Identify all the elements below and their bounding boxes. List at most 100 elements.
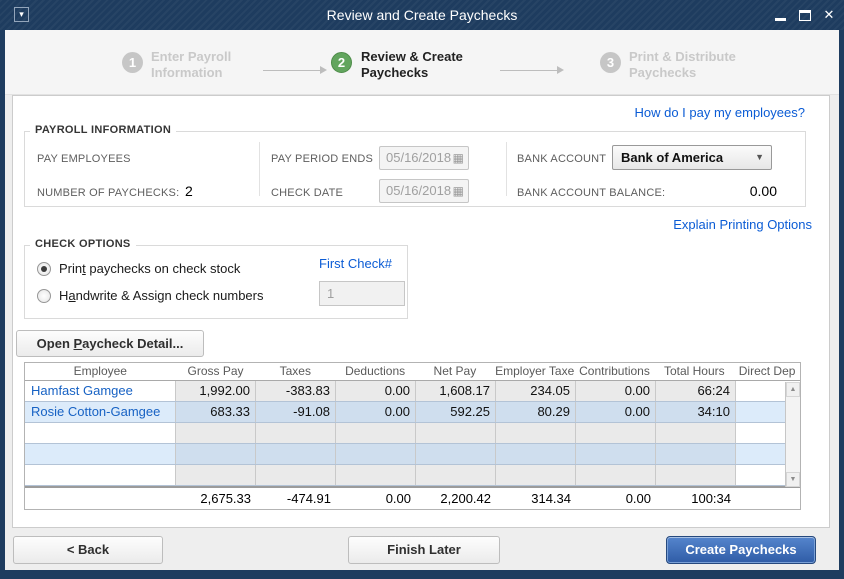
empty-cell[interactable]	[336, 423, 416, 443]
calendar-icon[interactable]: ▦	[453, 180, 464, 202]
step-3-circle: 3	[600, 52, 621, 73]
step-arrow-1-icon	[263, 66, 327, 74]
empty-cell[interactable]	[576, 465, 656, 485]
table-row[interactable]: Rosie Cotton-Gamgee 683.33 -91.08 0.00 5…	[25, 402, 787, 423]
open-paycheck-detail-button[interactable]: Open Paycheck Detail...	[16, 330, 204, 357]
net-pay-cell[interactable]: 1,608.17	[416, 381, 496, 401]
gross-pay-cell[interactable]: 1,992.00	[176, 381, 256, 401]
step-3-label-line1: Print & Distribute	[629, 49, 736, 64]
totals-total-hours: 100:34	[691, 491, 731, 506]
empty-cell[interactable]	[496, 465, 576, 485]
empty-cell[interactable]	[256, 444, 336, 464]
empty-cell[interactable]	[416, 465, 496, 485]
deductions-cell[interactable]: 0.00	[336, 381, 416, 401]
check-date-value: 05/16/2018	[386, 183, 452, 198]
create-paychecks-button[interactable]: Create Paychecks	[666, 536, 816, 564]
maximize-button[interactable]	[798, 7, 812, 23]
bank-account-balance-label: BANK ACCOUNT BALANCE:	[517, 187, 666, 199]
empty-cell[interactable]	[656, 465, 736, 485]
first-check-number-input[interactable]: 1	[319, 281, 405, 306]
empty-cell[interactable]	[736, 444, 787, 464]
table-row-empty[interactable]	[25, 423, 787, 444]
finish-later-button[interactable]: Finish Later	[348, 536, 500, 564]
empty-cell[interactable]	[496, 444, 576, 464]
pay-period-ends-label: PAY PERIOD ENDS	[271, 153, 374, 165]
wizard-steps: 1 Enter Payroll Information 2 Review & C…	[5, 30, 839, 95]
empty-cell[interactable]	[256, 465, 336, 485]
help-link[interactable]: How do I pay my employees?	[634, 105, 805, 120]
back-button[interactable]: < Back	[13, 536, 163, 564]
totals-gross-pay: 2,675.33	[200, 491, 251, 506]
step-2-label: Review & Create Paychecks	[361, 49, 463, 81]
print-label-pre: Prin	[59, 261, 83, 276]
first-check-number-label: First Check#	[319, 256, 392, 271]
empty-cell[interactable]	[656, 423, 736, 443]
empty-cell[interactable]	[176, 465, 256, 485]
employee-name-cell[interactable]	[25, 465, 176, 485]
empty-cell[interactable]	[496, 423, 576, 443]
header-taxes: Taxes	[279, 364, 311, 378]
empty-cell[interactable]	[576, 444, 656, 464]
handwrite-label-key: a	[68, 288, 76, 303]
employee-name-cell[interactable]	[25, 444, 176, 464]
net-pay-cell[interactable]: 592.25	[416, 402, 496, 422]
table-row[interactable]: Hamfast Gamgee 1,992.00 -383.83 0.00 1,6…	[25, 381, 787, 402]
total-hours-cell[interactable]: 34:10	[656, 402, 736, 422]
totals-contributions: 0.00	[625, 491, 651, 506]
empty-cell[interactable]	[576, 423, 656, 443]
contributions-cell[interactable]: 0.00	[576, 402, 656, 422]
step-2-label-line1: Review & Create	[361, 49, 463, 64]
total-hours-cell[interactable]: 66:24	[656, 381, 736, 401]
pay-employees-label: PAY EMPLOYEES	[37, 153, 131, 165]
handwrite-assign-radio[interactable]	[37, 289, 51, 303]
empty-cell[interactable]	[416, 444, 496, 464]
step-arrow-2-icon	[500, 66, 564, 74]
empty-cell[interactable]	[736, 465, 787, 485]
print-paychecks-radio[interactable]	[37, 262, 51, 276]
calendar-icon[interactable]: ▦	[453, 147, 464, 169]
employer-taxes-cell[interactable]: 234.05	[496, 381, 576, 401]
check-date-field[interactable]: 05/16/2018 ▦	[379, 179, 469, 203]
header-contributions: Contributions	[579, 364, 650, 378]
empty-cell[interactable]	[656, 444, 736, 464]
employee-name-cell[interactable]	[25, 423, 176, 443]
empty-cell[interactable]	[256, 423, 336, 443]
deductions-cell[interactable]: 0.00	[336, 402, 416, 422]
gross-pay-cell[interactable]: 683.33	[176, 402, 256, 422]
explain-printing-options-link[interactable]: Explain Printing Options	[673, 217, 812, 232]
table-row-empty[interactable]	[25, 465, 787, 486]
direct-deposit-cell[interactable]	[736, 381, 787, 401]
minimize-button[interactable]	[774, 7, 788, 23]
empty-cell[interactable]	[176, 444, 256, 464]
bank-account-dropdown[interactable]: Bank of America ▼	[612, 145, 772, 170]
print-paychecks-label[interactable]: Print paychecks on check stock	[59, 261, 240, 276]
employer-taxes-cell[interactable]: 80.29	[496, 402, 576, 422]
direct-deposit-cell[interactable]	[736, 402, 787, 422]
check-options-section: CHECK OPTIONS Print paychecks on check s…	[24, 238, 408, 319]
number-of-paychecks-label: NUMBER OF PAYCHECKS:	[37, 187, 180, 199]
table-row-empty[interactable]	[25, 444, 787, 465]
taxes-cell[interactable]: -383.83	[256, 381, 336, 401]
empty-cell[interactable]	[176, 423, 256, 443]
table-scrollbar[interactable]: ▲ ▼	[785, 382, 800, 487]
scroll-up-icon[interactable]: ▲	[786, 382, 800, 397]
print-label-post: paychecks on check stock	[85, 261, 241, 276]
pay-period-ends-field[interactable]: 05/16/2018 ▦	[379, 146, 469, 170]
empty-cell[interactable]	[736, 423, 787, 443]
totals-taxes: -474.91	[286, 491, 331, 506]
employee-name-link[interactable]: Rosie Cotton-Gamgee	[25, 402, 176, 422]
empty-cell[interactable]	[336, 444, 416, 464]
empty-cell[interactable]	[416, 423, 496, 443]
column-divider	[506, 142, 507, 196]
close-button[interactable]: ✕	[822, 7, 836, 23]
taxes-cell[interactable]: -91.08	[256, 402, 336, 422]
step-3-label: Print & Distribute Paychecks	[629, 49, 736, 81]
opd-post: aycheck Detail...	[82, 336, 184, 351]
handwrite-assign-label[interactable]: Handwrite & Assign check numbers	[59, 288, 264, 303]
employee-name-link[interactable]: Hamfast Gamgee	[25, 381, 176, 401]
empty-cell[interactable]	[336, 465, 416, 485]
scroll-down-icon[interactable]: ▼	[786, 472, 800, 487]
contributions-cell[interactable]: 0.00	[576, 381, 656, 401]
bank-account-balance-value: 0.00	[749, 183, 777, 199]
header-gross-pay: Gross Pay	[187, 364, 244, 378]
